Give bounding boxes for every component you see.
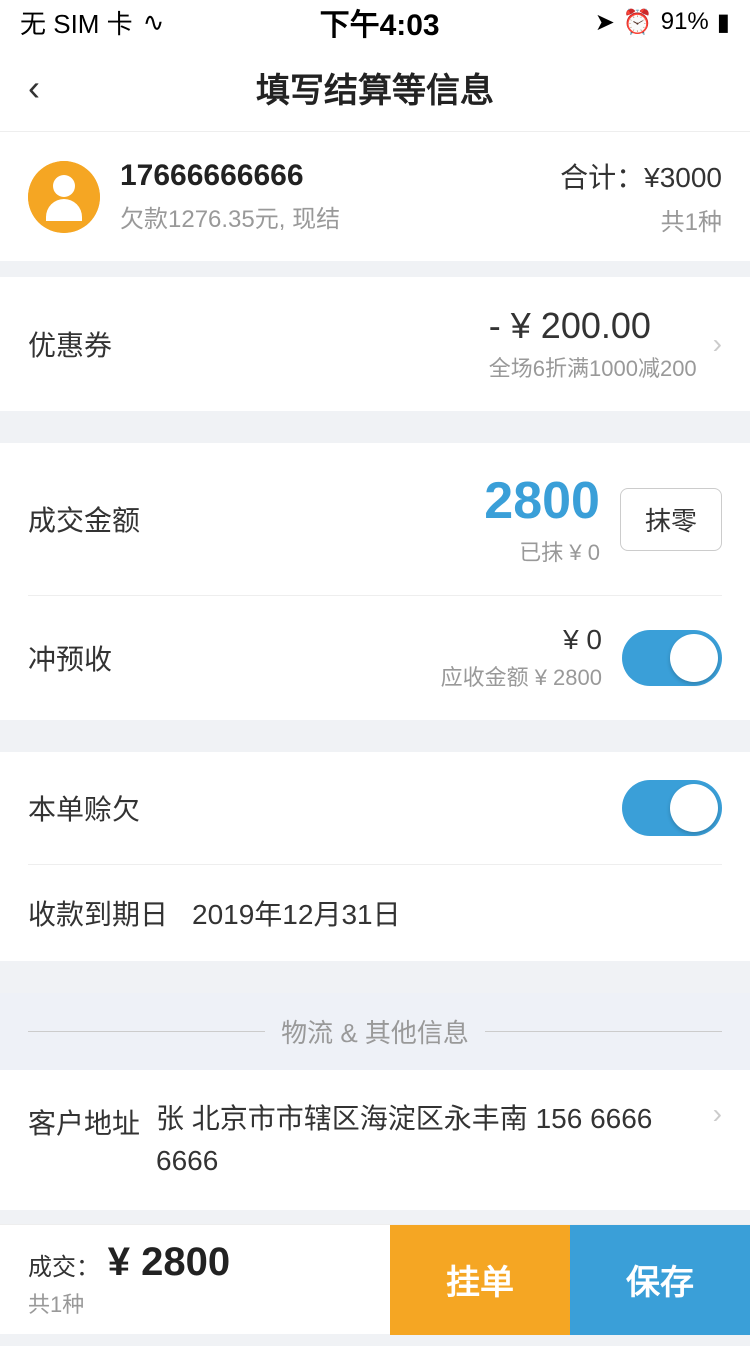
- pre-amount-num: ¥ 0: [441, 624, 602, 656]
- customer-row: 17666666666 欠款1276.35元, 现结 合计：¥3000 共1种: [0, 132, 750, 261]
- bottom-count: 共1种: [28, 1287, 362, 1319]
- sim-status: 无 SIM 卡: [20, 4, 133, 41]
- address-chevron-icon: ›: [713, 1098, 722, 1130]
- deal-amount: 2800: [484, 471, 600, 531]
- pre-collect-toggle-wrap[interactable]: [622, 630, 722, 686]
- bendi-card: 本单赊欠 收款到期日 2019年12月31日: [0, 752, 750, 961]
- pre-collect-label: 冲预收: [28, 638, 112, 678]
- status-right: ➤ ⏰ 91% ▮: [595, 8, 730, 37]
- bendi-toggle[interactable]: [622, 780, 722, 836]
- status-left: 无 SIM 卡 ∿: [20, 4, 164, 41]
- bottom-deal-label: 成交：: [28, 1254, 100, 1281]
- pre-collect-amount: ¥ 0 应收金额 ¥ 2800: [441, 624, 602, 692]
- pre-collect-row: 冲预收 ¥ 0 应收金额 ¥ 2800: [0, 596, 750, 720]
- wifi-icon: ∿: [143, 7, 165, 38]
- bottom-deal-amount: ¥ 2800: [108, 1240, 230, 1284]
- address-row[interactable]: 客户地址 张 北京市市辖区海淀区永丰南 156 6666 6666 ›: [0, 1070, 750, 1210]
- bottom-deal-row: 成交： ¥ 2800: [28, 1240, 362, 1285]
- nav-bar: ‹ 填写结算等信息: [0, 44, 750, 132]
- customer-right: 合计：¥3000 共1种: [560, 156, 722, 237]
- deal-row: 成交金额 2800 已抹 ¥ 0 抹零: [0, 443, 750, 595]
- content: 17666666666 欠款1276.35元, 现结 合计：¥3000 共1种 …: [0, 132, 750, 1346]
- customer-card: 17666666666 欠款1276.35元, 现结 合计：¥3000 共1种: [0, 132, 750, 261]
- deal-card: 成交金额 2800 已抹 ¥ 0 抹零 冲预收 ¥ 0 应收金额 ¥ 2800: [0, 443, 750, 720]
- pre-collect-toggle-knob: [670, 634, 718, 682]
- logistics-header: 物流 & 其他信息: [0, 993, 750, 1070]
- bottom-info: 成交： ¥ 2800 共1种: [0, 1240, 390, 1319]
- logistics-line-left: [28, 1031, 265, 1032]
- save-button[interactable]: 保存: [570, 1225, 750, 1335]
- page-title: 填写结算等信息: [256, 63, 494, 112]
- address-card: 客户地址 张 北京市市辖区海淀区永丰南 156 6666 6666 ›: [0, 1070, 750, 1210]
- logistics-label: 物流 & 其他信息: [281, 1013, 469, 1050]
- pre-collect-toggle[interactable]: [622, 630, 722, 686]
- status-bar: 无 SIM 卡 ∿ 下午4:03 ➤ ⏰ 91% ▮: [0, 0, 750, 44]
- customer-phone: 17666666666: [120, 159, 340, 193]
- discount-amount: - ¥ 200.00: [489, 305, 697, 347]
- total-count: 共1种: [560, 202, 722, 237]
- bendi-label: 本单赊欠: [28, 788, 140, 828]
- location-icon: ➤: [595, 8, 615, 37]
- section-separator-1: [0, 427, 750, 443]
- battery-level: 91%: [661, 8, 709, 36]
- coupon-label: 优惠券: [28, 324, 112, 364]
- customer-info: 17666666666 欠款1276.35元, 现结: [120, 159, 340, 234]
- back-button[interactable]: ‹: [28, 67, 40, 109]
- status-time: 下午4:03: [320, 0, 440, 44]
- bendi-toggle-knob: [670, 784, 718, 832]
- deal-label: 成交金额: [28, 499, 140, 539]
- section-separator-3: [0, 977, 750, 993]
- coupon-card: 优惠券 - ¥ 200.00 全场6折满1000减200 ›: [0, 277, 750, 411]
- hang-button[interactable]: 挂单: [390, 1225, 570, 1335]
- alarm-icon: ⏰: [623, 8, 653, 37]
- due-date-label: 收款到期日: [28, 893, 168, 933]
- due-date-value: 2019年12月31日: [192, 893, 401, 933]
- due-date-row: 收款到期日 2019年12月31日: [0, 865, 750, 961]
- pre-amount-sub: 应收金额 ¥ 2800: [441, 660, 602, 692]
- deal-sub: 已抹 ¥ 0: [484, 535, 600, 567]
- bottom-bar: 成交： ¥ 2800 共1种 挂单 保存: [0, 1224, 750, 1334]
- bendi-row: 本单赊欠: [0, 752, 750, 864]
- logistics-line-right: [485, 1031, 722, 1032]
- discount-sub: 全场6折满1000减200: [489, 351, 697, 383]
- address-label: 客户地址: [28, 1098, 140, 1142]
- address-content: 张 北京市市辖区海淀区永丰南 156 6666 6666: [140, 1098, 713, 1182]
- bendi-toggle-wrap[interactable]: [622, 780, 722, 836]
- deal-right: 2800 已抹 ¥ 0 抹零: [484, 471, 722, 567]
- pre-collect-right: ¥ 0 应收金额 ¥ 2800: [441, 624, 722, 692]
- coupon-right: - ¥ 200.00 全场6折满1000减200 ›: [489, 305, 722, 383]
- customer-sub-text: 欠款1276.35元, 现结: [120, 199, 340, 234]
- total-amount: 合计：¥3000: [560, 156, 722, 196]
- section-separator-2: [0, 736, 750, 752]
- coupon-chevron-icon: ›: [713, 328, 722, 360]
- avatar: [28, 161, 100, 233]
- customer-left: 17666666666 欠款1276.35元, 现结: [28, 159, 340, 234]
- round-button[interactable]: 抹零: [620, 488, 722, 551]
- battery-icon: ▮: [717, 8, 730, 37]
- coupon-row[interactable]: 优惠券 - ¥ 200.00 全场6折满1000减200 ›: [0, 277, 750, 411]
